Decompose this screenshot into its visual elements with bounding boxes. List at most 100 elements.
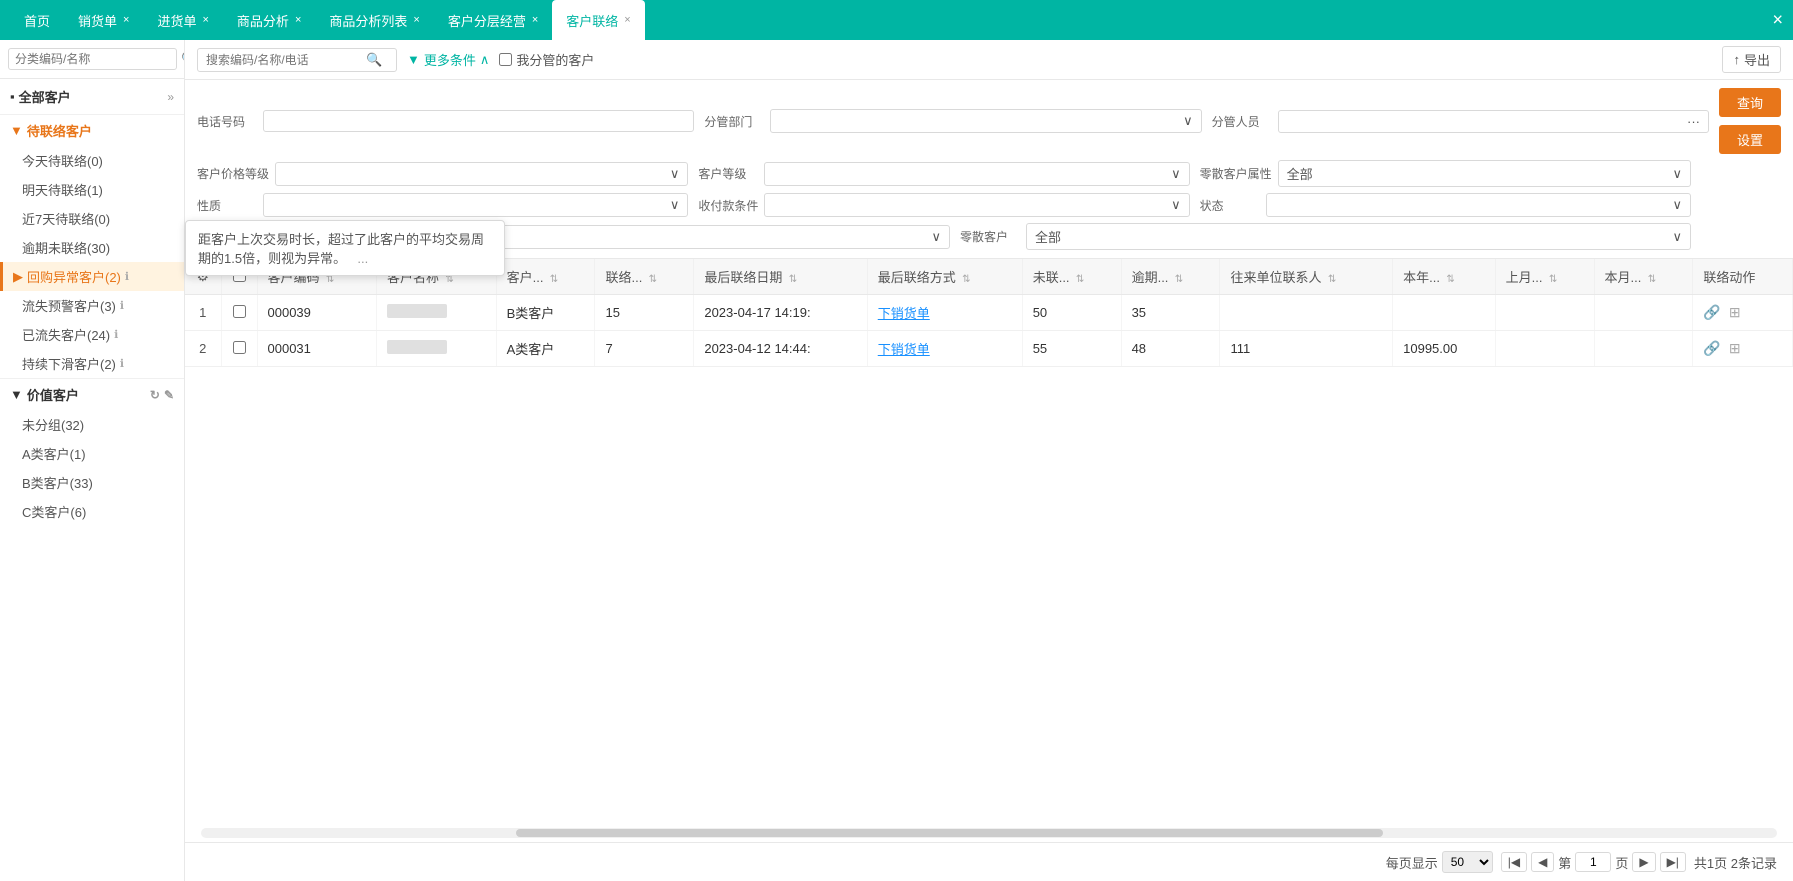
page-size-select[interactable]: 50 100 200 (1442, 851, 1493, 873)
close-window-icon[interactable]: × (1772, 10, 1783, 31)
more-conditions-btn[interactable]: ▼ 更多条件 ∧ (407, 50, 489, 69)
filter-select-scatter-customer[interactable]: 全部 ∨ (1026, 223, 1691, 250)
th-contact-count[interactable]: 联络... ⇅ (595, 259, 694, 295)
repurchase-info-icon[interactable]: ℹ (125, 270, 129, 283)
nav-item-analysis[interactable]: 商品分析 × (223, 0, 315, 40)
sustained-down-info-icon[interactable]: ℹ (120, 357, 124, 370)
sort-icon-this-month: ⇅ (1648, 274, 1656, 285)
td-last-month-1 (1495, 295, 1594, 331)
sidebar-item-ungrouped[interactable]: 未分组(32) (0, 410, 184, 439)
sidebar-item-already-lost[interactable]: 已流失客户(24) ℹ (0, 320, 184, 349)
row2-more-icon[interactable]: ⊞ (1729, 340, 1741, 357)
th-customer-type[interactable]: 客户... ⇅ (496, 259, 595, 295)
td-uncontacted-2: 55 (1022, 331, 1121, 367)
sidebar-collapse-icon[interactable]: » (167, 90, 174, 104)
td-index-2: 2 (185, 331, 221, 367)
td-unit-contact-1 (1220, 295, 1393, 331)
filter-search-icon[interactable]: 🔍 (366, 52, 382, 68)
sidebar-item-tomorrow[interactable]: 明天待联络(1) (0, 175, 184, 204)
nav-close-customer-contact[interactable]: × (624, 14, 630, 26)
th-last-contact-date[interactable]: 最后联络日期 ⇅ (694, 259, 867, 295)
sidebar-group-pending[interactable]: ▼ 待联络客户 (0, 115, 184, 146)
filter-select-manager[interactable]: ··· (1278, 110, 1709, 133)
sidebar-item-sustained-down[interactable]: 持续下滑客户(2) ℹ (0, 349, 184, 378)
sidebar-all-customers-title[interactable]: ▪ 全部客户 (10, 87, 71, 106)
nav-close-customer-layer[interactable]: × (532, 14, 538, 26)
tooltip-more-icon[interactable]: ... (357, 251, 368, 266)
filter-select-status[interactable]: ∨ (1266, 193, 1691, 217)
filter-select-nature[interactable]: ∨ (263, 193, 688, 217)
sidebar-item-overdue[interactable]: 逾期未联络(30) (0, 233, 184, 262)
filter-cell-scatter-attr: 零散客户属性 全部 ∨ (1200, 160, 1691, 187)
th-this-month[interactable]: 本月... ⇅ (1594, 259, 1693, 295)
sidebar: 🔍 ▪ 全部客户 » ▼ 待联络客户 今天待联络(0) 明天待联络(1) (0, 40, 185, 881)
nav-close-sales[interactable]: × (123, 14, 129, 26)
nav-item-purchase[interactable]: 进货单 × (143, 0, 222, 40)
filter-select-dept[interactable]: ∨ (770, 109, 1201, 133)
filter-select-price-grade[interactable]: ∨ (275, 162, 688, 186)
filter-search-input[interactable] (206, 53, 366, 67)
filter-select-scatter-attr[interactable]: 全部 ∨ (1278, 160, 1691, 187)
sort-icon-this-year: ⇅ (1446, 274, 1454, 285)
page-input[interactable] (1575, 852, 1611, 872)
sidebar-item-lost-preview[interactable]: 流失预警客户(3) ℹ (0, 291, 184, 320)
th-uncontacted[interactable]: 未联... ⇅ (1022, 259, 1121, 295)
first-page-btn[interactable]: |◀ (1501, 852, 1527, 872)
nav-item-sales[interactable]: 销货单 × (64, 0, 143, 40)
filter-cell-customer-grade: 客户等级 ∨ (698, 162, 1189, 186)
filter-select-payment[interactable]: ∨ (764, 193, 1189, 217)
sidebar-item-repurchase-abnormal[interactable]: ▶ 回购异常客户(2) ℹ (0, 262, 184, 291)
sidebar-group-value[interactable]: ▼ 价值客户 ↻ ✎ (0, 378, 184, 410)
sidebar-item-b-class[interactable]: B类客户(33) (0, 468, 184, 497)
filter-select-customer-grade[interactable]: ∨ (764, 162, 1189, 186)
td-type-1: B类客户 (496, 295, 595, 331)
page-nav: |◀ ◀ 第 页 ▶ ▶| (1501, 852, 1686, 872)
nav-item-customer-contact[interactable]: 客户联络 × (552, 0, 644, 40)
prev-page-btn[interactable]: ◀ (1531, 852, 1554, 872)
row1-more-icon[interactable]: ⊞ (1729, 304, 1741, 321)
row2-checkbox[interactable] (233, 341, 246, 354)
nav-item-analysis-list[interactable]: 商品分析列表 × (315, 0, 433, 40)
filter-input-phone[interactable] (263, 110, 694, 132)
last-page-btn[interactable]: ▶| (1660, 852, 1686, 872)
horizontal-scrollbar[interactable] (201, 828, 1777, 838)
table-wrapper[interactable]: ⚙ 客户编码 ⇅ 客户名称 ⇅ (185, 259, 1793, 828)
nav-item-customer-layer[interactable]: 客户分层经营 × (434, 0, 552, 40)
th-last-contact-method[interactable]: 最后联络方式 ⇅ (867, 259, 1022, 295)
sidebar-search-input[interactable] (8, 48, 177, 70)
nav-close-analysis[interactable]: × (295, 14, 301, 26)
th-this-year[interactable]: 本年... ⇅ (1393, 259, 1496, 295)
sidebar-item-a-class[interactable]: A类客户(1) (0, 439, 184, 468)
next-page-btn[interactable]: ▶ (1632, 852, 1655, 872)
nav-close-analysis-list[interactable]: × (413, 14, 419, 26)
nav-close-purchase[interactable]: × (202, 14, 208, 26)
row1-actions: 🔗 ⊞ (1703, 304, 1782, 321)
th-overdue[interactable]: 逾期... ⇅ (1121, 259, 1220, 295)
export-btn[interactable]: ↑ 导出 (1722, 46, 1781, 73)
sidebar-item-today[interactable]: 今天待联络(0) (0, 146, 184, 175)
sidebar-item-7days[interactable]: 近7天待联络(0) (0, 204, 184, 233)
already-lost-info-icon[interactable]: ℹ (114, 328, 118, 341)
scrollbar-thumb[interactable] (516, 829, 1383, 837)
sort-icon-type: ⇅ (550, 274, 558, 285)
nav-item-home[interactable]: 首页 (10, 0, 64, 40)
lost-preview-info-icon[interactable]: ℹ (120, 299, 124, 312)
filter-toolbar: 🔍 ▼ 更多条件 ∧ 我分管的客户 ↑ 导出 (185, 40, 1793, 80)
settings-btn[interactable]: 设置 (1719, 125, 1781, 154)
td-unit-contact-2: 111 (1220, 331, 1393, 367)
filter-label-phone: 电话号码 (197, 113, 257, 130)
my-customers-checkbox[interactable] (499, 53, 512, 66)
sort-icon-uncontacted: ⇅ (1076, 274, 1084, 285)
td-last-date-1: 2023-04-17 14:19: (694, 295, 867, 331)
value-edit-icon[interactable]: ✎ (164, 388, 174, 402)
th-unit-contact[interactable]: 往来单位联系人 ⇅ (1220, 259, 1393, 295)
th-last-month[interactable]: 上月... ⇅ (1495, 259, 1594, 295)
sidebar-item-c-class[interactable]: C类客户(6) (0, 497, 184, 526)
row1-contact-icon[interactable]: 🔗 (1703, 304, 1720, 321)
filter-cell-price-grade: 客户价格等级 ∨ (197, 162, 688, 186)
query-btn[interactable]: 查询 (1719, 88, 1781, 117)
row1-checkbox[interactable] (233, 305, 246, 318)
value-refresh-icon[interactable]: ↻ (150, 388, 160, 402)
row2-contact-icon[interactable]: 🔗 (1703, 340, 1720, 357)
td-this-month-2 (1594, 331, 1693, 367)
